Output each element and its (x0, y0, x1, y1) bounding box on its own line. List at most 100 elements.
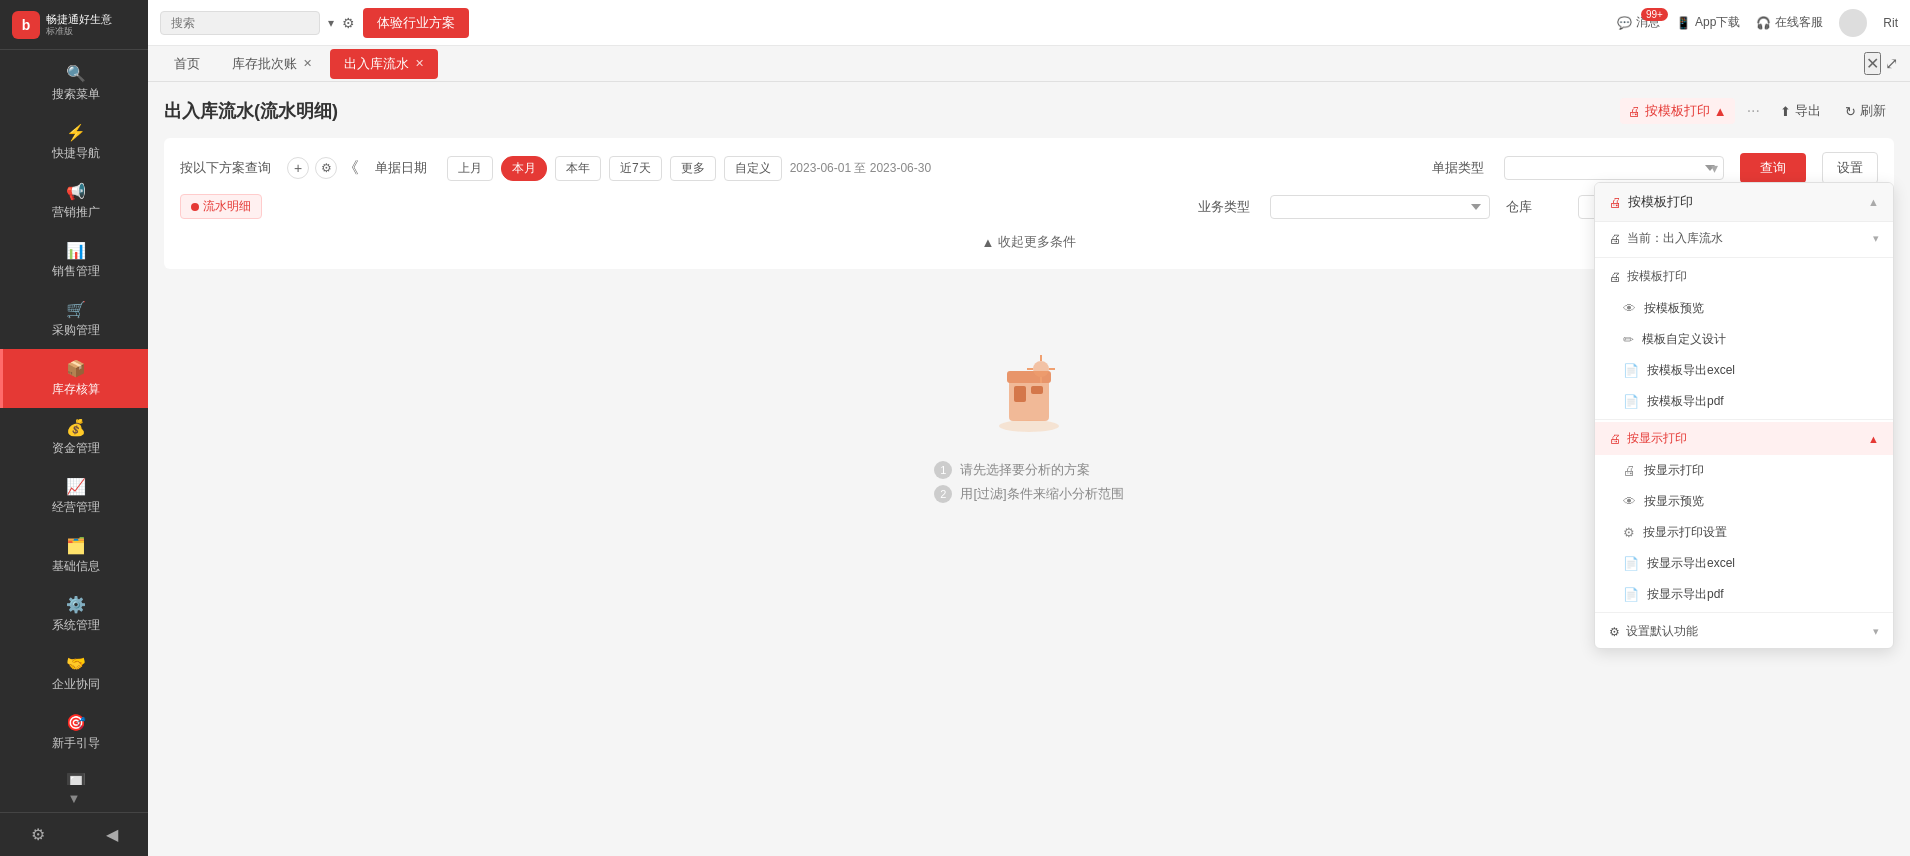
online-service-button[interactable]: 🎧 在线客服 (1756, 14, 1823, 31)
sidebar-icon-inventory: 📦 (66, 359, 86, 378)
date-btn-last7[interactable]: 近7天 (609, 156, 662, 181)
collapse-sidebar-icon[interactable]: ◀ (98, 821, 126, 848)
sidebar-label-marketing: 营销推广 (52, 204, 100, 221)
display-pdf-item[interactable]: 📄 按显示导出pdf (1595, 579, 1893, 610)
dropdown-current-row[interactable]: 🖨 当前：出入库流水 ▾ (1595, 222, 1893, 255)
tab-close-flowdetail[interactable]: ✕ (415, 57, 424, 70)
doc-type-more-icon[interactable]: ▾ (1711, 160, 1718, 176)
display-settings-icon: ⚙ (1623, 525, 1635, 540)
filter-add-button[interactable]: + (287, 157, 309, 179)
flow-detail-tag[interactable]: 流水明细 (180, 194, 262, 219)
sidebar-item-sales[interactable]: 📊 销售管理 (0, 231, 148, 290)
biz-type-select[interactable] (1270, 195, 1490, 219)
sidebar-item-basic[interactable]: 🗂️基础信息 (0, 526, 148, 585)
app-download-label: App下载 (1695, 14, 1740, 31)
message-button[interactable]: 💬 消息 99+ (1617, 14, 1660, 31)
current-chevron-icon: ▾ (1873, 232, 1879, 245)
set-default-row[interactable]: ⚙ 设置默认功能 ▾ (1595, 615, 1893, 648)
topbar-right: 💬 消息 99+ 📱 App下载 🎧 在线客服 Rit (1617, 9, 1898, 37)
setting-button[interactable]: 设置 (1822, 152, 1878, 184)
sidebar-item-finance[interactable]: 💰资金管理 (0, 408, 148, 467)
dropdown-current-icon: 🖨 (1609, 232, 1621, 246)
message-icon: 💬 (1617, 16, 1632, 30)
date-filter: 上月本月本年近7天更多自定义2023-06-01 至 2023-06-30 (447, 156, 931, 181)
sidebar-icon-sales: 📊 (66, 241, 86, 260)
search-chevron-icon[interactable]: ▾ (328, 16, 334, 30)
filter-setting-button[interactable]: ⚙ (315, 157, 337, 179)
date-btn-current_month[interactable]: 本月 (501, 156, 547, 181)
template-excel-item[interactable]: 📄 按模板导出excel (1595, 355, 1893, 386)
sidebar-scroll-down[interactable]: ▼ (0, 785, 148, 812)
template-custom-item[interactable]: ✏ 模板自定义设计 (1595, 324, 1893, 355)
filter-row-top: 按以下方案查询 + ⚙ 《 单据日期 上月本月本年近7天更多自定义2023-06… (180, 152, 1878, 184)
sidebar-item-search[interactable]: 🔍 搜索菜单 (0, 54, 148, 113)
date-btn-custom[interactable]: 自定义 (724, 156, 782, 181)
sidebar-item-guide[interactable]: 🎯新手引导 (0, 703, 148, 762)
export-icon: ⬆ (1780, 104, 1791, 119)
sidebar-item-collab[interactable]: 🤝 企业协同 (0, 644, 148, 703)
sidebar-item-operation[interactable]: 📈经营管理 (0, 467, 148, 526)
sidebar-item-marketing[interactable]: 📢营销推广 (0, 172, 148, 231)
empty-steps: 1 请先选择要分析的方案 2 用[过滤]条件来缩小分析范围 (934, 461, 1123, 509)
settings-icon[interactable]: ⚙ (23, 821, 53, 848)
template-preview-item[interactable]: 👁 按模板预览 (1595, 293, 1893, 324)
search-input[interactable] (160, 11, 320, 35)
maximize-button[interactable]: ⤢ (1885, 54, 1898, 73)
tab-close-batch[interactable]: ✕ (303, 57, 312, 70)
svg-rect-3 (1014, 386, 1026, 402)
sidebar-item-purchase[interactable]: 🛒采购管理 (0, 290, 148, 349)
refresh-button[interactable]: ↻ 刷新 (1837, 98, 1894, 124)
filter-section-label: 按以下方案查询 (180, 159, 271, 177)
main-area: ▾ ⚙ 体验行业方案 💬 消息 99+ 📱 App下载 🎧 在线客服 Rit 首… (148, 0, 1910, 856)
display-print-section-icon: 🖨 (1609, 432, 1621, 446)
user-avatar[interactable] (1839, 9, 1867, 37)
template-pdf-item[interactable]: 📄 按模板导出pdf (1595, 386, 1893, 417)
sidebar-item-inventory[interactable]: 📦库存核算 (0, 349, 148, 408)
printer-icon: 🖨 (1628, 104, 1641, 119)
sidebar-label-search: 搜索菜单 (52, 86, 100, 103)
sidebar-icon-operation: 📈 (66, 477, 86, 496)
display-settings-item[interactable]: ⚙ 按显示打印设置 (1595, 517, 1893, 548)
query-button[interactable]: 查询 (1740, 153, 1806, 183)
industry-solution-button[interactable]: 体验行业方案 (363, 8, 469, 38)
display-preview-icon: 👁 (1623, 494, 1636, 509)
set-default-icon: ⚙ (1609, 625, 1620, 639)
sidebar-icon-basic: 🗂️ (66, 536, 86, 555)
sidebar-nav: 🔍 搜索菜单 ⚡快捷导航📢营销推广 📊 销售管理 🛒采购管理📦库存核算💰资金管理📈经营管理… (0, 50, 148, 785)
date-btn-more[interactable]: 更多 (670, 156, 716, 181)
dropdown-chevron-up-icon[interactable]: ▲ (1868, 196, 1879, 208)
empty-illustration (979, 341, 1079, 441)
tab-batch[interactable]: 库存批次账✕ (218, 49, 326, 79)
app-download-button[interactable]: 📱 App下载 (1676, 14, 1740, 31)
sidebar-item-system[interactable]: ⚙️系统管理 (0, 585, 148, 644)
template-print-header[interactable]: 🖨 按模板打印 (1595, 260, 1893, 293)
filter-collapse-button[interactable]: 《 (343, 158, 359, 179)
display-excel-item[interactable]: 📄 按显示导出excel (1595, 548, 1893, 579)
tab-home[interactable]: 首页 (160, 49, 214, 79)
sidebar-icon-search: 🔍 (66, 64, 86, 83)
settings-gear-icon[interactable]: ⚙ (342, 15, 355, 31)
sidebar-icon-shortcut: ⚡ (66, 123, 86, 142)
display-preview-item[interactable]: 👁 按显示预览 (1595, 486, 1893, 517)
tab-close-all-button[interactable]: ✕ (1864, 52, 1881, 75)
sidebar-label-sales: 销售管理 (52, 263, 100, 280)
export-button[interactable]: ⬆ 导出 (1772, 98, 1829, 124)
sidebar-label-collab: 企业协同 (52, 676, 100, 693)
display-print-header[interactable]: 🖨 按显示打印 ▲ (1595, 422, 1893, 455)
doc-type-select[interactable] (1504, 156, 1724, 180)
tab-flowdetail[interactable]: 出入库流水✕ (330, 49, 438, 79)
date-btn-last_month[interactable]: 上月 (447, 156, 493, 181)
sidebar-icon-finance: 💰 (66, 418, 86, 437)
biz-type-label: 业务类型 (1198, 198, 1254, 216)
display-print-item[interactable]: 🖨 按显示打印 (1595, 455, 1893, 486)
print-template-button[interactable]: 🖨 按模板打印 ▲ (1620, 98, 1735, 124)
sidebar-icon-collab: 🤝 (66, 654, 86, 673)
sidebar-item-apps[interactable]: 🔲应用中心 (0, 762, 148, 785)
sidebar-icon-system: ⚙️ (66, 595, 86, 614)
sidebar-item-shortcut[interactable]: ⚡快捷导航 (0, 113, 148, 172)
username-label[interactable]: Rit (1883, 16, 1898, 30)
display-section-chevron-icon[interactable]: ▲ (1868, 433, 1879, 445)
actions-ellipsis[interactable]: ··· (1743, 100, 1764, 122)
service-label: 在线客服 (1775, 14, 1823, 31)
date-btn-current_year[interactable]: 本年 (555, 156, 601, 181)
